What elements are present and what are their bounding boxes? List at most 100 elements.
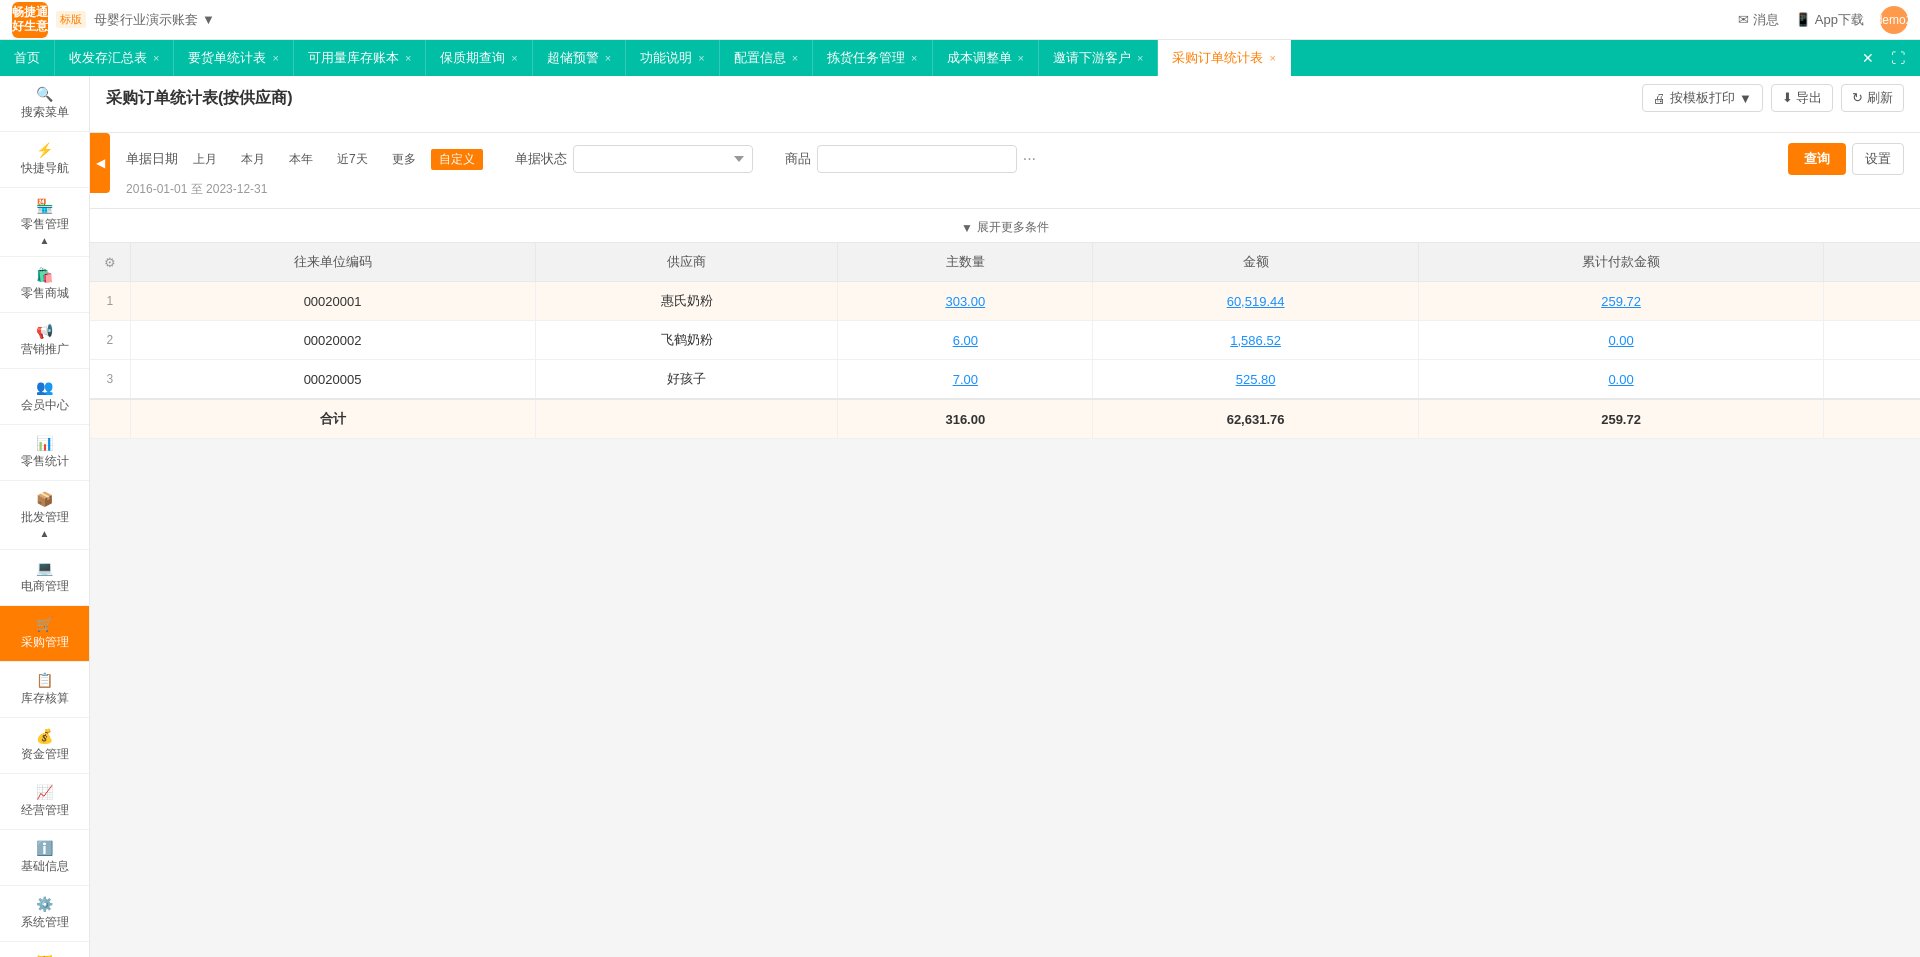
- tab-expiry[interactable]: 保质期查询 ×: [426, 40, 532, 76]
- message-icon: ✉: [1738, 12, 1749, 27]
- sidebar-inventory-label: 库存核算: [21, 690, 69, 707]
- qty-link-2[interactable]: 6.00: [953, 333, 978, 348]
- btn-query[interactable]: 查询: [1788, 143, 1846, 175]
- tab-pick-task-close[interactable]: ×: [911, 52, 917, 64]
- sidebar-item-retail-stats[interactable]: 📊 零售统计: [0, 425, 89, 481]
- qty-link-3[interactable]: 7.00: [953, 372, 978, 387]
- row-paid-2: 0.00: [1419, 321, 1824, 360]
- btn-print[interactable]: 🖨 按模板打印 ▼: [1642, 84, 1763, 112]
- nav-maximize-btn[interactable]: ⛶: [1884, 44, 1912, 72]
- row-extra-3: [1824, 360, 1920, 400]
- expand-conditions-btn[interactable]: ▼ 展开更多条件: [961, 219, 1049, 236]
- sidebar-item-marketing[interactable]: 📢 营销推广: [0, 313, 89, 369]
- page-title: 采购订单统计表(按供应商): [106, 88, 293, 121]
- avatar: demo2: [1880, 6, 1908, 34]
- footer-empty-2: [535, 399, 838, 439]
- paid-link-1[interactable]: 259.72: [1601, 294, 1641, 309]
- wholesale-expand-icon: ▲: [40, 528, 50, 539]
- date-btn-last-month[interactable]: 上月: [184, 148, 226, 171]
- sidebar-item-quick-nav[interactable]: ⚡ 快捷导航: [0, 132, 89, 188]
- date-btn-7days[interactable]: 近7天: [328, 148, 377, 171]
- tab-order-stats[interactable]: 要货单统计表 ×: [174, 40, 293, 76]
- tab-receive-summary[interactable]: 收发存汇总表 ×: [55, 40, 174, 76]
- tab-overstock-close[interactable]: ×: [605, 52, 611, 64]
- paid-link-3[interactable]: 0.00: [1608, 372, 1633, 387]
- sidebar-item-retail-mgmt[interactable]: 🏪 零售管理 ▲: [0, 188, 89, 257]
- goods-more-btn[interactable]: ···: [1023, 150, 1036, 168]
- tab-purchase-stats-close[interactable]: ×: [1269, 52, 1275, 64]
- tab-receive-summary-close[interactable]: ×: [153, 52, 159, 64]
- tab-available-stock-close[interactable]: ×: [405, 52, 411, 64]
- footer-label: 合计: [130, 399, 535, 439]
- tab-expiry-close[interactable]: ×: [511, 52, 517, 64]
- nav-tabs: 首页 收发存汇总表 × 要货单统计表 × 可用量库存账本 × 保质期查询 × 超…: [0, 40, 1920, 76]
- sidebar-item-retail-shop[interactable]: 🛍️ 零售商城: [0, 257, 89, 313]
- sidebar-item-member[interactable]: 👥 会员中心: [0, 369, 89, 425]
- company-dropdown-icon: ▼: [202, 12, 215, 27]
- tab-receive-summary-label: 收发存汇总表: [69, 49, 147, 67]
- goods-input[interactable]: [817, 145, 1017, 173]
- footer-empty-3: [1824, 399, 1920, 439]
- tab-available-stock[interactable]: 可用量库存账本 ×: [294, 40, 426, 76]
- message-action[interactable]: ✉ 消息: [1738, 11, 1779, 29]
- row-qty-2: 6.00: [838, 321, 1093, 360]
- sidebar-item-basic-info[interactable]: ℹ️ 基础信息: [0, 830, 89, 886]
- tab-invite-customer[interactable]: 邀请下游客户 ×: [1039, 40, 1158, 76]
- sidebar-item-system[interactable]: ⚙️ 系统管理: [0, 886, 89, 942]
- tab-function-desc-close[interactable]: ×: [698, 52, 704, 64]
- amount-link-3[interactable]: 525.80: [1236, 372, 1276, 387]
- date-range-row: 2016-01-01 至 2023-12-31: [126, 181, 1904, 198]
- top-bar-left: 畅捷通好生意 标版 母婴行业演示账套 ▼: [12, 2, 215, 38]
- tab-cost-adjust-close[interactable]: ×: [1018, 52, 1024, 64]
- sidebar-marketing-label: 营销推广: [21, 341, 69, 358]
- tab-overstock[interactable]: 超储预警 ×: [533, 40, 626, 76]
- sidebar-item-finance[interactable]: 💰 资金管理: [0, 718, 89, 774]
- print-dropdown-icon: ▼: [1739, 91, 1752, 106]
- status-select[interactable]: [573, 145, 753, 173]
- filter-goods-group: 商品 ···: [785, 145, 1036, 173]
- goods-label: 商品: [785, 150, 811, 168]
- user-profile[interactable]: demo2: [1880, 6, 1908, 34]
- tab-function-desc[interactable]: 功能说明 ×: [626, 40, 719, 76]
- sidebar-item-business[interactable]: 📈 经营管理: [0, 774, 89, 830]
- filter-main: 单据日期 上月 本月 本年 近7天 更多 自定义 单据状态: [110, 133, 1920, 208]
- sidebar-item-search[interactable]: 🔍 搜索菜单: [0, 76, 89, 132]
- settings-icon[interactable]: ⚙: [104, 255, 116, 270]
- date-btn-this-month[interactable]: 本月: [232, 148, 274, 171]
- tab-order-stats-close[interactable]: ×: [272, 52, 278, 64]
- date-btn-more[interactable]: 更多: [383, 148, 425, 171]
- btn-export[interactable]: ⬇ 导出: [1771, 84, 1834, 112]
- th-paid: 累计付款金额: [1419, 243, 1824, 282]
- tab-invite-customer-close[interactable]: ×: [1137, 52, 1143, 64]
- date-custom-badge[interactable]: 自定义: [431, 149, 483, 170]
- company-selector[interactable]: 母婴行业演示账套 ▼: [94, 11, 215, 29]
- tab-pick-task[interactable]: 拣货任务管理 ×: [813, 40, 932, 76]
- tab-config-close[interactable]: ×: [792, 52, 798, 64]
- date-btn-this-year[interactable]: 本年: [280, 148, 322, 171]
- qty-link-1[interactable]: 303.00: [945, 294, 985, 309]
- amount-link-1[interactable]: 60,519.44: [1227, 294, 1285, 309]
- sidebar-purchase-label: 采购管理: [21, 634, 69, 651]
- sidebar-item-inventory[interactable]: 📋 库存核算: [0, 662, 89, 718]
- app-tag: 标版: [56, 11, 86, 28]
- btn-settings[interactable]: 设置: [1852, 143, 1904, 175]
- tab-config[interactable]: 配置信息 ×: [720, 40, 813, 76]
- paid-link-2[interactable]: 0.00: [1608, 333, 1633, 348]
- btn-refresh[interactable]: ↻ 刷新: [1841, 84, 1904, 112]
- tab-cost-adjust[interactable]: 成本调整单 ×: [933, 40, 1039, 76]
- tab-purchase-stats[interactable]: 采购订单统计表 ×: [1158, 40, 1290, 76]
- th-settings[interactable]: ⚙: [90, 243, 130, 282]
- sidebar-item-purchase[interactable]: 🛒 采购管理: [0, 606, 89, 662]
- nav-close-btn[interactable]: ✕: [1854, 44, 1882, 72]
- sidebar-item-ecommerce[interactable]: 💻 电商管理: [0, 550, 89, 606]
- row-num-3: 3: [90, 360, 130, 400]
- sidebar-item-wholesale[interactable]: 📦 批发管理 ▲: [0, 481, 89, 550]
- sidebar-item-collab[interactable]: 🤝 企业协同: [0, 942, 89, 957]
- amount-link-2[interactable]: 1,586.52: [1230, 333, 1281, 348]
- tab-home[interactable]: 首页: [0, 40, 55, 76]
- filter-collapse-btn[interactable]: ◀: [90, 133, 110, 193]
- sidebar-wholesale-label: 批发管理: [21, 509, 69, 526]
- app-download-action[interactable]: 📱 App下载: [1795, 11, 1864, 29]
- retail-stats-icon: 📊: [36, 435, 53, 451]
- btn-export-label: 导出: [1796, 90, 1822, 105]
